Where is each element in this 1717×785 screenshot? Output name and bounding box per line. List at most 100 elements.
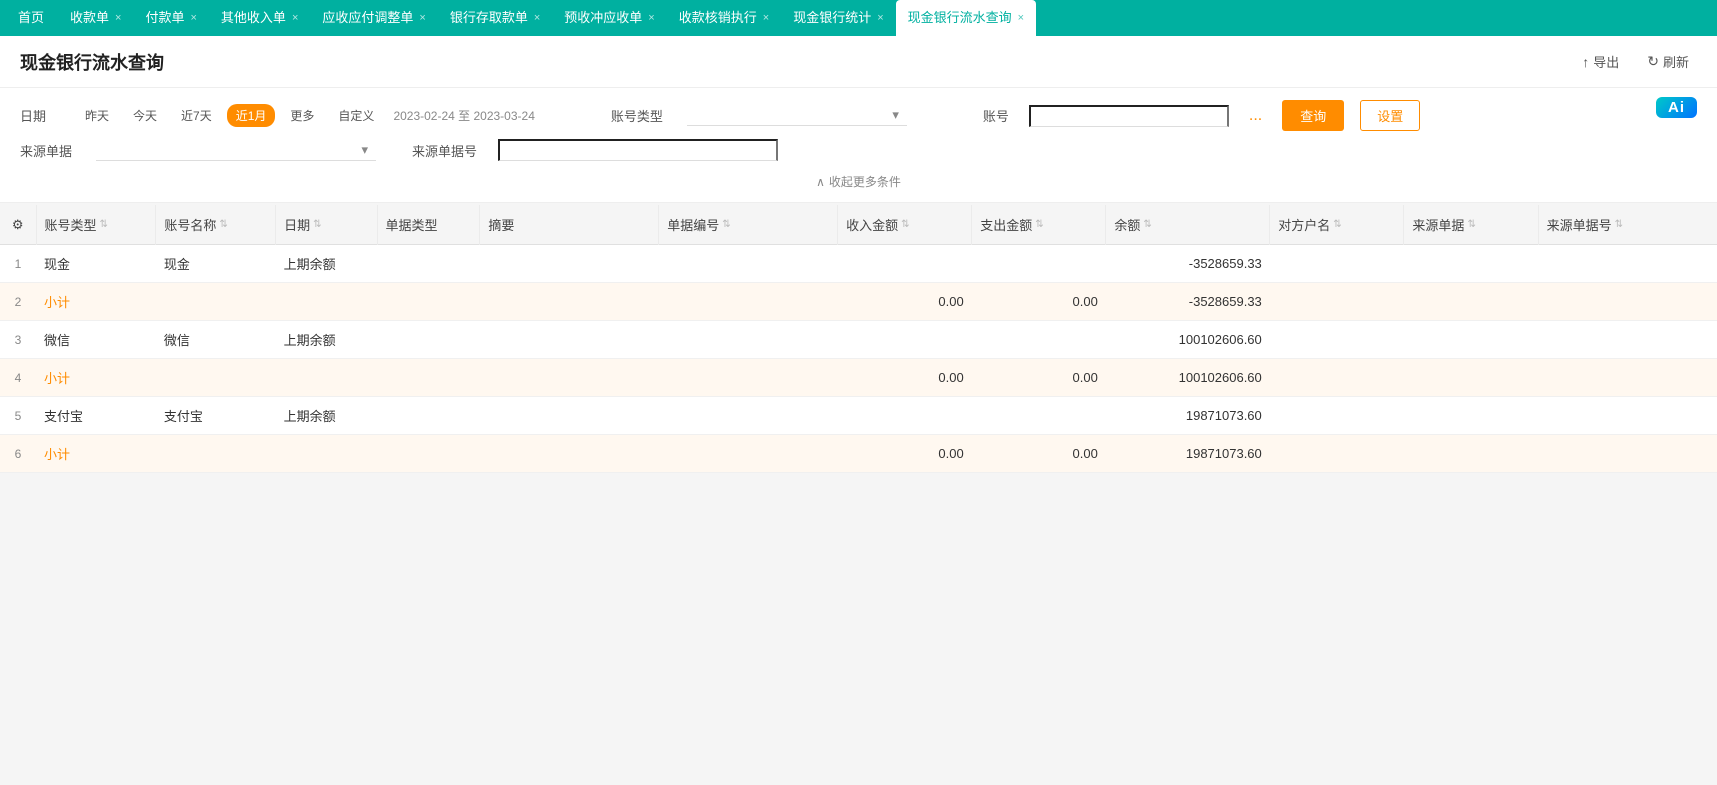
row-expense: 0.00 bbox=[972, 283, 1106, 321]
date-btn-today[interactable]: 今天 bbox=[124, 104, 166, 127]
row-counterpart bbox=[1270, 435, 1404, 473]
row-expense bbox=[972, 397, 1106, 435]
sort-icon: ⇅ bbox=[1035, 219, 1043, 230]
table-row: 3 微信 微信 上期余额 100102606.60 bbox=[0, 321, 1717, 359]
nav-item-yingshoutiaozheng[interactable]: 应收应付调整单 × bbox=[310, 0, 437, 36]
row-account-type: 小计 bbox=[36, 283, 156, 321]
row-account-type: 微信 bbox=[36, 321, 156, 359]
close-icon[interactable]: × bbox=[763, 0, 769, 36]
nav-home[interactable]: 首页 bbox=[4, 0, 58, 36]
table-row: 5 支付宝 支付宝 上期余额 19871073.60 bbox=[0, 397, 1717, 435]
row-counterpart bbox=[1270, 321, 1404, 359]
row-expense bbox=[972, 321, 1106, 359]
date-btn-1month[interactable]: 近1月 bbox=[227, 104, 276, 127]
ai-badge[interactable]: Ai bbox=[1656, 97, 1697, 118]
refresh-icon: ↻ bbox=[1647, 53, 1659, 70]
col-date[interactable]: 日期 ⇅ bbox=[276, 205, 377, 245]
collapse-bar[interactable]: ∧ 收起更多条件 bbox=[20, 169, 1697, 194]
close-icon[interactable]: × bbox=[877, 0, 883, 36]
date-btn-custom[interactable]: 自定义 bbox=[329, 104, 383, 127]
row-income bbox=[838, 321, 972, 359]
close-icon[interactable]: × bbox=[1018, 0, 1024, 36]
filter-area: 日期 昨天 今天 近7天 近1月 更多 自定义 2023-02-24 至 202… bbox=[0, 88, 1717, 203]
settings-button[interactable]: 设置 bbox=[1360, 100, 1420, 131]
nav-item-yinhangcunkuan[interactable]: 银行存取款单 × bbox=[438, 0, 552, 36]
row-doc-no bbox=[659, 283, 838, 321]
query-button[interactable]: 查询 bbox=[1282, 100, 1344, 131]
col-account-name[interactable]: 账号名称 ⇅ bbox=[156, 205, 276, 245]
close-icon[interactable]: × bbox=[419, 0, 425, 36]
row-no: 2 bbox=[0, 283, 36, 321]
col-summary[interactable]: 摘要 bbox=[480, 205, 659, 245]
row-doc-no bbox=[659, 435, 838, 473]
nav-item-shoudan[interactable]: 收款单 × bbox=[58, 0, 133, 36]
close-icon[interactable]: × bbox=[648, 0, 654, 36]
row-no: 3 bbox=[0, 321, 36, 359]
col-balance[interactable]: 余额 ⇅ bbox=[1106, 205, 1270, 245]
nav-item-xianjinyinhangtongji[interactable]: 现金银行统计 × bbox=[781, 0, 895, 36]
col-source-doc[interactable]: 来源单据 ⇅ bbox=[1404, 205, 1538, 245]
row-expense bbox=[972, 245, 1106, 283]
row-summary bbox=[480, 321, 659, 359]
close-icon[interactable]: × bbox=[534, 0, 540, 36]
col-income[interactable]: 收入金额 ⇅ bbox=[838, 205, 972, 245]
close-icon[interactable]: × bbox=[190, 0, 196, 36]
close-icon[interactable]: × bbox=[292, 0, 298, 36]
nav-item-shoukuanzhixing[interactable]: 收款核销执行 × bbox=[667, 0, 781, 36]
col-gear[interactable]: ⚙ bbox=[0, 205, 36, 245]
table-area: ⚙ 账号类型 ⇅ 账号名称 ⇅ 日期 bbox=[0, 205, 1717, 473]
nav-item-fukuan[interactable]: 付款单 × bbox=[133, 0, 208, 36]
account-dots-button[interactable]: ... bbox=[1245, 107, 1266, 125]
source-doc-no-input[interactable] bbox=[498, 139, 778, 161]
col-doc-type[interactable]: 单据类型 bbox=[377, 205, 480, 245]
col-doc-no[interactable]: 单据编号 ⇅ bbox=[659, 205, 838, 245]
gear-icon[interactable]: ⚙ bbox=[12, 217, 24, 232]
sort-icon: ⇅ bbox=[100, 219, 108, 230]
row-source-doc-no bbox=[1538, 245, 1717, 283]
row-source-doc-no bbox=[1538, 283, 1717, 321]
close-icon[interactable]: × bbox=[115, 0, 121, 36]
filter-row-date: 日期 昨天 今天 近7天 近1月 更多 自定义 2023-02-24 至 202… bbox=[20, 100, 1697, 131]
row-income bbox=[838, 245, 972, 283]
account-label: 账号 bbox=[983, 106, 1013, 125]
page-title: 现金银行流水查询 bbox=[20, 49, 164, 75]
row-counterpart bbox=[1270, 245, 1404, 283]
top-navigation: 首页 收款单 × 付款单 × 其他收入单 × 应收应付调整单 × 银行存取款单 … bbox=[0, 0, 1717, 36]
sort-icon: ⇅ bbox=[1615, 219, 1623, 230]
table-row-subtotal: 2 小计 0.00 0.00 -3528659.33 bbox=[0, 283, 1717, 321]
nav-item-qitashouru[interactable]: 其他收入单 × bbox=[209, 0, 310, 36]
sort-icon: ⇅ bbox=[1467, 219, 1475, 230]
col-source-doc-no[interactable]: 来源单据号 ⇅ bbox=[1538, 205, 1717, 245]
nav-item-yushouzhongyingshou[interactable]: 预收冲应收单 × bbox=[552, 0, 666, 36]
row-source-doc bbox=[1404, 397, 1538, 435]
row-account-name: 支付宝 bbox=[156, 397, 276, 435]
sort-icon: ⇅ bbox=[219, 219, 227, 230]
page-header: 现金银行流水查询 ↑ 导出 ↻ 刷新 bbox=[0, 36, 1717, 88]
row-source-doc bbox=[1404, 359, 1538, 397]
date-btn-more[interactable]: 更多 bbox=[281, 104, 323, 127]
row-source-doc-no bbox=[1538, 397, 1717, 435]
row-no: 1 bbox=[0, 245, 36, 283]
row-account-type: 支付宝 bbox=[36, 397, 156, 435]
row-date: 上期余额 bbox=[276, 245, 377, 283]
account-input[interactable] bbox=[1029, 105, 1229, 127]
row-date bbox=[276, 359, 377, 397]
date-btn-7days[interactable]: 近7天 bbox=[172, 104, 221, 127]
row-doc-no bbox=[659, 245, 838, 283]
date-btn-yesterday[interactable]: 昨天 bbox=[76, 104, 118, 127]
row-account-name: 现金 bbox=[156, 245, 276, 283]
export-button[interactable]: ↑ 导出 bbox=[1574, 48, 1627, 75]
row-date: 上期余额 bbox=[276, 397, 377, 435]
filter-row-source: 来源单据 ▾ 来源单据号 bbox=[20, 139, 1697, 161]
col-account-type[interactable]: 账号类型 ⇅ bbox=[36, 205, 156, 245]
source-doc-select[interactable]: ▾ bbox=[96, 140, 376, 161]
date-label: 日期 bbox=[20, 106, 60, 125]
col-expense[interactable]: 支出金额 ⇅ bbox=[972, 205, 1106, 245]
chevron-down-icon: ▾ bbox=[361, 142, 368, 158]
col-counterpart[interactable]: 对方户名 ⇅ bbox=[1270, 205, 1404, 245]
account-type-select[interactable]: ▾ bbox=[687, 105, 907, 126]
nav-item-xianjinyinhangliu[interactable]: 现金银行流水查询 × bbox=[896, 0, 1036, 36]
row-summary bbox=[480, 245, 659, 283]
refresh-button[interactable]: ↻ 刷新 bbox=[1639, 48, 1697, 75]
row-account-name: 微信 bbox=[156, 321, 276, 359]
